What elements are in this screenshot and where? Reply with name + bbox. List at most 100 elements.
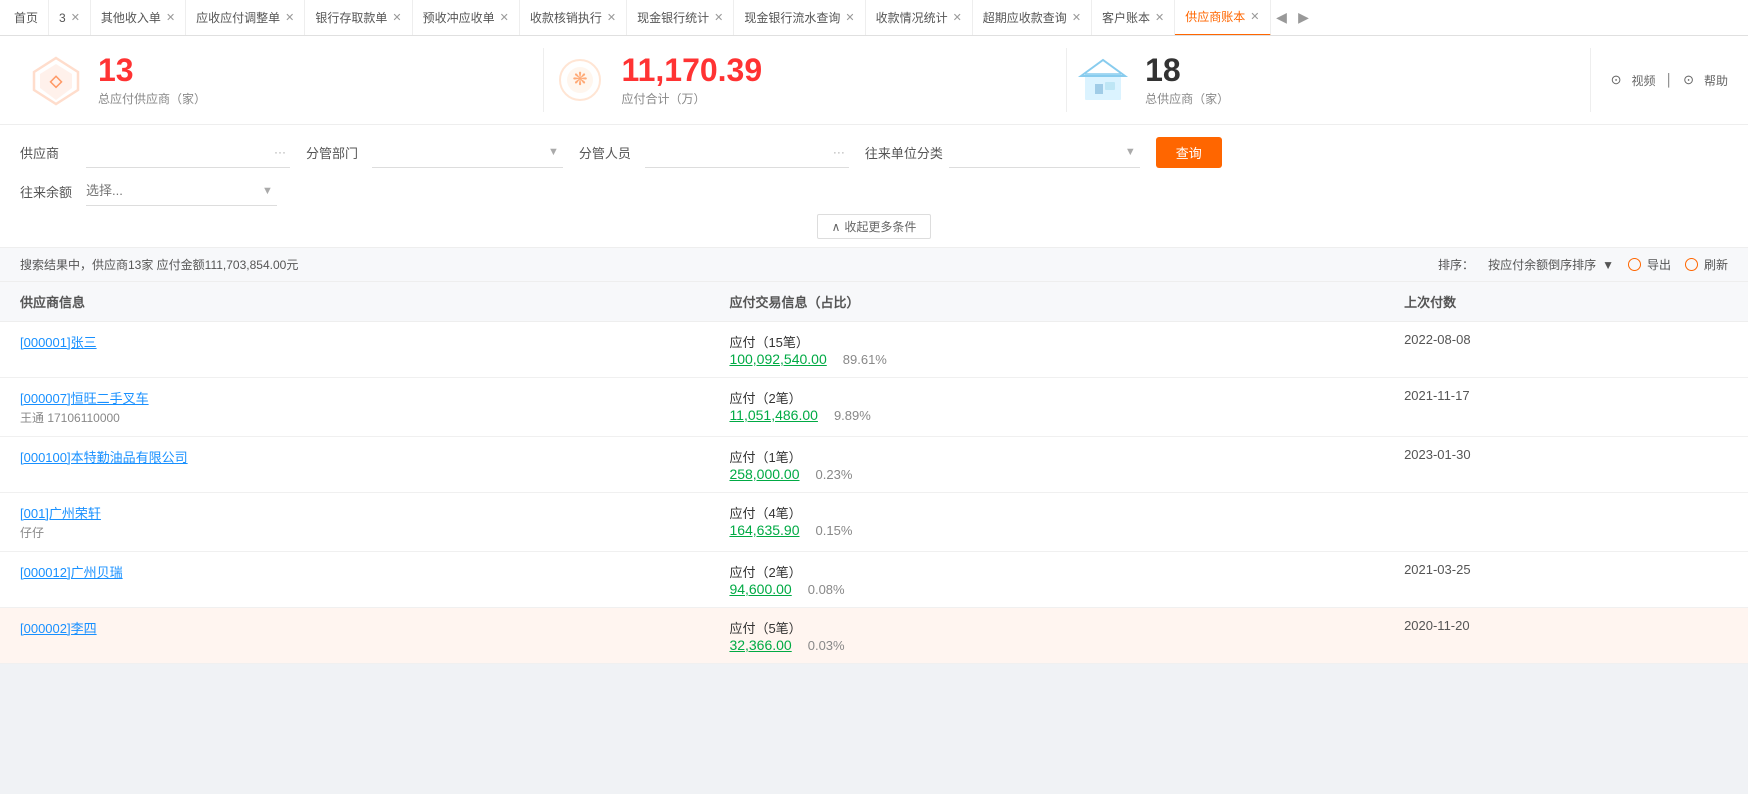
table-row: [000002]李四应付（5笔）32,366.000.03%2020-11-20 [0, 608, 1748, 664]
close-prepay-ar[interactable]: ✕ [500, 11, 509, 24]
person-more-icon[interactable]: ··· [829, 145, 849, 159]
tx-pct-0: 89.61% [843, 352, 887, 367]
nav-tab-prepay-ar[interactable]: 预收冲应收单 ✕ [413, 0, 520, 36]
close-ar-ap-adjust[interactable]: ✕ [285, 11, 294, 24]
nav-tab-cash-bank-flow[interactable]: 现金银行流水查询 ✕ [734, 0, 865, 36]
collapse-label: 收起更多条件 [844, 218, 916, 235]
stat-info-payable-total: 11,170.39 应付合计（万） [622, 54, 763, 107]
balance-chevron-icon: ▼ [262, 185, 277, 197]
close-cash-bank-flow[interactable]: ✕ [845, 11, 854, 24]
stats-row: ◇ 13 总应付供应商（家） ❋ 11,170.39 应付合计（万） [0, 36, 1748, 125]
balance-select-wrapper[interactable]: ▼ [86, 176, 277, 206]
filter-person: 分管人员 ··· [579, 138, 849, 168]
grain-icon: ❋ [552, 52, 608, 108]
circle-help-icon: ⊙ [1683, 72, 1694, 88]
collapse-button[interactable]: ∧ 收起更多条件 [817, 214, 932, 239]
table-row: [001]广州荣轩仔仔 应付（4笔）164,635.900.15% [0, 493, 1748, 552]
help-link[interactable]: 帮助 [1704, 72, 1728, 89]
refresh-button[interactable]: 刷新 [1685, 256, 1728, 273]
supplier-input[interactable] [86, 137, 270, 167]
dept-chevron-icon: ▼ [548, 146, 563, 158]
nav-tab-cash-bank-stat[interactable]: 现金银行统计 ✕ [627, 0, 734, 36]
help-links: ⊙ 视频 │ ⊙ 帮助 [1591, 72, 1728, 89]
supplier-link-3[interactable]: [001]广州荣轩 [20, 506, 101, 521]
stat-card-payable-total: ❋ 11,170.39 应付合计（万） [544, 48, 1068, 112]
shop-icon [1075, 52, 1131, 108]
close-customer-ledger[interactable]: ✕ [1155, 11, 1164, 24]
nav-tab-bank-deposit[interactable]: 银行存取款单 ✕ [305, 0, 412, 36]
supplier-link-5[interactable]: [000002]李四 [20, 621, 97, 636]
nav-tab-receipt-stat[interactable]: 收款情况统计 ✕ [866, 0, 973, 36]
filter-area: 供应商 ··· 分管部门 ▼ 分管人员 ··· 往来单位分类 [0, 125, 1748, 248]
nav-tab-overdue-ar[interactable]: 超期应收款查询 ✕ [973, 0, 1092, 36]
close-overdue-ar[interactable]: ✕ [1072, 11, 1081, 24]
supplier-link-0[interactable]: [000001]张三 [20, 335, 97, 350]
nav-tab-home[interactable]: 首页 [4, 0, 49, 36]
close-supplier-ledger[interactable]: ✕ [1250, 10, 1259, 23]
category-select-wrapper[interactable]: ▼ [949, 138, 1140, 168]
supplier-sub-3: 仔仔 [20, 524, 689, 541]
category-input[interactable] [949, 145, 1125, 160]
export-button[interactable]: 导出 [1628, 256, 1671, 273]
tx-pct-5: 0.03% [808, 638, 845, 653]
cell-tx-info-3: 应付（4笔）164,635.900.15% [709, 493, 1384, 552]
cell-supplier-info-0: [000001]张三 [0, 322, 709, 378]
tx-amount-4[interactable]: 94,600.00 [729, 581, 791, 597]
tx-amount-1[interactable]: 11,051,486.00 [729, 407, 818, 423]
close-cash-bank-stat[interactable]: ✕ [714, 11, 723, 24]
filter-row-2: 往来余额 ▼ [20, 176, 1728, 206]
close-tab-3[interactable]: ✕ [71, 11, 80, 24]
filter-balance: 往来余额 ▼ [20, 176, 277, 206]
col-last-pay: 上次付数 [1384, 282, 1748, 322]
sort-value: 按应付余额倒序排序 [1488, 256, 1596, 273]
tx-amount-2[interactable]: 258,000.00 [729, 466, 799, 482]
nav-prev-arrow[interactable]: ◀ [1271, 0, 1293, 36]
nav-tab-other-income[interactable]: 其他收入单 ✕ [91, 0, 186, 36]
nav-tab-customer-ledger[interactable]: 客户账本 ✕ [1092, 0, 1175, 36]
diamond-icon: ◇ [28, 52, 84, 108]
tx-amount-3[interactable]: 164,635.90 [729, 522, 799, 538]
stat-number-payable-suppliers: 13 [98, 54, 206, 86]
supplier-link-4[interactable]: [000012]广州贝瑞 [20, 565, 123, 580]
video-link[interactable]: 视频 [1632, 72, 1656, 89]
tx-label-4: 应付（2笔） [729, 562, 1364, 581]
stat-number-payable-total: 11,170.39 [622, 54, 763, 86]
search-button[interactable]: 查询 [1156, 137, 1222, 168]
cell-supplier-info-1: [000007]恒旺二手叉车王通 17106110000 [0, 378, 709, 437]
tx-label-3: 应付（4笔） [729, 503, 1364, 522]
nav-tab-3[interactable]: 3 ✕ [49, 0, 91, 36]
supplier-link-2[interactable]: [000100]本特勤油品有限公司 [20, 450, 188, 465]
nav-tab-payment-verify[interactable]: 收款核销执行 ✕ [520, 0, 627, 36]
tx-label-0: 应付（15笔） [729, 332, 1364, 351]
tx-amount-0[interactable]: 100,092,540.00 [729, 351, 826, 367]
nav-next-arrow[interactable]: ▶ [1293, 0, 1315, 36]
close-payment-verify[interactable]: ✕ [607, 11, 616, 24]
dept-select-wrapper[interactable]: ▼ [372, 138, 563, 168]
sort-select[interactable]: 按应付余额倒序排序 ▼ [1488, 256, 1614, 273]
supplier-table: 供应商信息 应付交易信息（占比） 上次付数 [000001]张三应付（15笔）1… [0, 282, 1748, 664]
balance-input[interactable] [86, 183, 262, 198]
circle-video-icon: ⊙ [1611, 72, 1622, 88]
cell-last-pay-5: 2020-11-20 [1384, 608, 1748, 664]
filter-row-1: 供应商 ··· 分管部门 ▼ 分管人员 ··· 往来单位分类 [20, 137, 1728, 168]
tx-amount-5[interactable]: 32,366.00 [729, 637, 791, 653]
close-receipt-stat[interactable]: ✕ [953, 11, 962, 24]
cell-last-pay-2: 2023-01-30 [1384, 437, 1748, 493]
table-row: [000012]广州贝瑞 应付（2笔）94,600.000.08% 2021-03-… [0, 552, 1748, 608]
close-bank-deposit[interactable]: ✕ [392, 11, 401, 24]
supplier-more-icon[interactable]: ··· [270, 145, 290, 159]
dept-input[interactable] [372, 145, 548, 160]
cell-tx-info-4: 应付（2笔）94,600.000.08% [709, 552, 1384, 608]
last-pay-date-4: 2021-03-25 [1404, 562, 1471, 577]
nav-tab-ar-ap-adjust[interactable]: 应收应付调整单 ✕ [186, 0, 305, 36]
close-other-income[interactable]: ✕ [166, 11, 175, 24]
cell-last-pay-3 [1384, 493, 1748, 552]
nav-tab-supplier-ledger[interactable]: 供应商账本 ✕ [1175, 0, 1270, 36]
cell-tx-info-1: 应付（2笔）11,051,486.009.89% [709, 378, 1384, 437]
last-pay-date-5: 2020-11-20 [1404, 618, 1470, 633]
person-input-wrapper: ··· [645, 138, 849, 168]
cell-supplier-info-4: [000012]广州贝瑞 [0, 552, 709, 608]
tx-pct-2: 0.23% [816, 467, 853, 482]
person-input[interactable] [645, 145, 829, 160]
supplier-link-1[interactable]: [000007]恒旺二手叉车 [20, 391, 149, 406]
